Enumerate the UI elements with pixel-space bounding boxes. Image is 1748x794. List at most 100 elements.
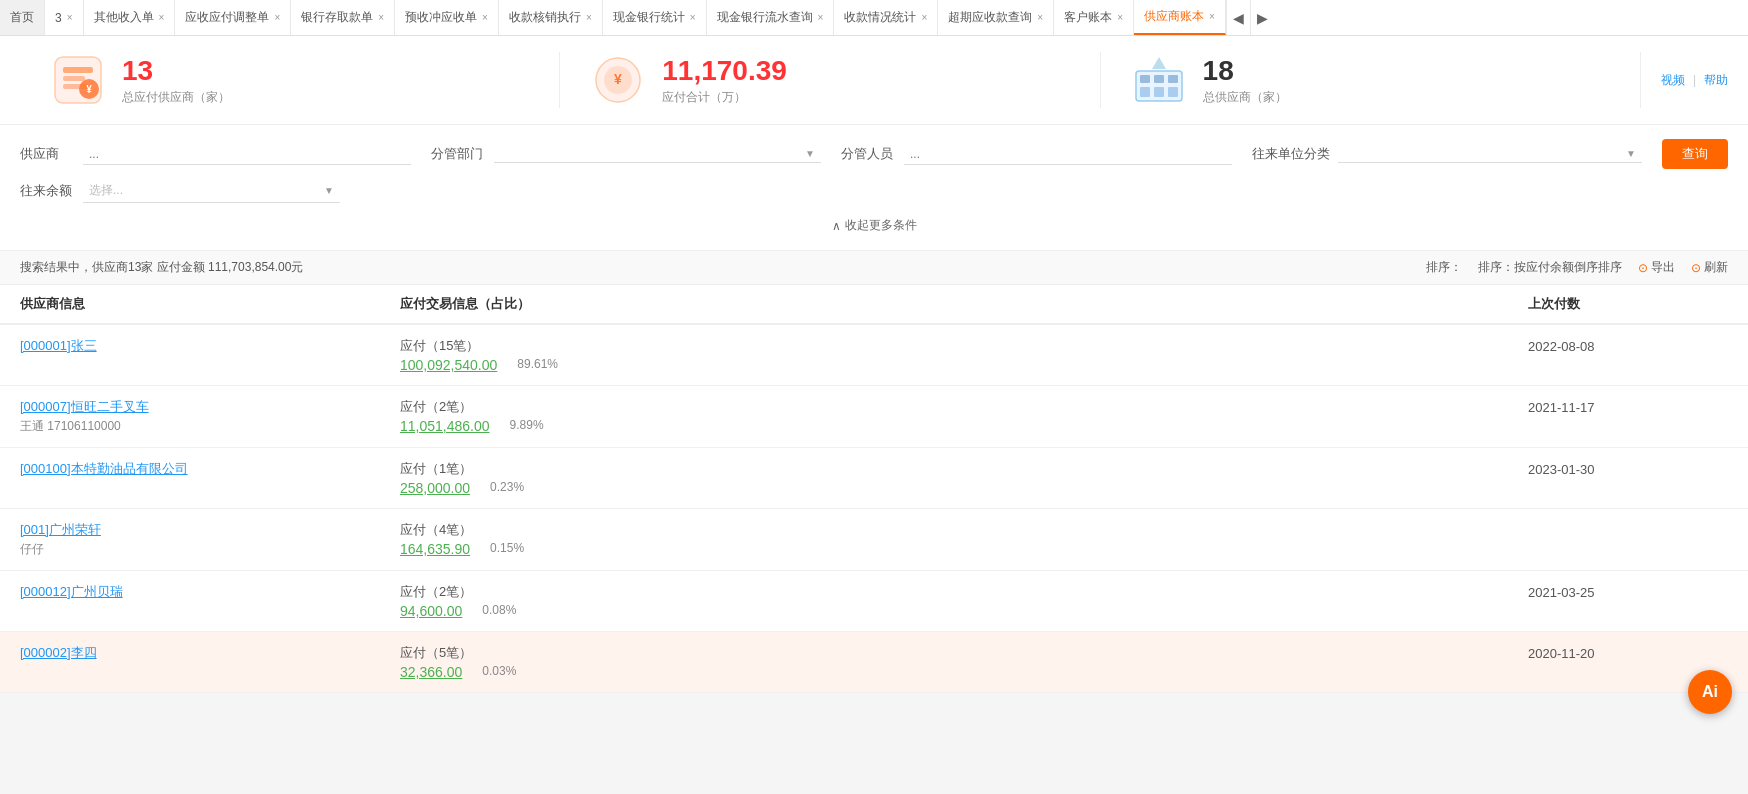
supplier-sub: 王通 17106110000: [20, 418, 400, 435]
dept-select[interactable]: ▼: [494, 145, 822, 163]
close-icon[interactable]: ×: [67, 12, 73, 23]
close-icon[interactable]: ×: [690, 12, 696, 23]
close-icon[interactable]: ×: [274, 12, 280, 23]
person-input[interactable]: [904, 144, 1232, 165]
filter-person: 分管人员: [841, 144, 1232, 165]
nav-tab-collection[interactable]: 收款核销执行 ×: [499, 0, 603, 35]
result-info: 搜索结果中，供应商13家 应付金额 111,703,854.00元: [20, 259, 303, 276]
transaction-row: 94,600.00 0.08%: [400, 601, 1528, 619]
transaction-amount[interactable]: 32,366.00: [400, 664, 462, 680]
summary-card-payable-total: ¥ 11,170.39 应付合计（万）: [560, 52, 1100, 108]
supplier-info-col: [001]广州荣轩 仔仔: [20, 521, 400, 558]
result-actions: 排序： 排序：按应付余额倒序排序 ⊙ 导出 ⊙ 刷新: [1426, 259, 1728, 276]
supplier-link[interactable]: [000100]本特勤油品有限公司: [20, 460, 400, 478]
transaction-percent: 89.61%: [517, 357, 558, 371]
search-button[interactable]: 查询: [1662, 139, 1728, 169]
table-row: [000012]广州贝瑞 应付（2笔） 94,600.00 0.08% 2021…: [0, 571, 1748, 632]
svg-rect-12: [1168, 75, 1178, 83]
nav-scroll-right[interactable]: ▶: [1250, 0, 1274, 35]
nav-tab-other-income-label: 其他收入单: [94, 9, 154, 26]
close-icon[interactable]: ×: [1209, 11, 1215, 22]
transaction-amount[interactable]: 100,092,540.00: [400, 357, 497, 373]
summary-payable-suppliers-content: 13 总应付供应商（家）: [122, 54, 230, 107]
ai-label: Ai: [1702, 683, 1718, 693]
nav-tab-cash-stats[interactable]: 现金银行统计 ×: [603, 0, 707, 35]
summary-payable-total-content: 11,170.39 应付合计（万）: [662, 54, 787, 107]
nav-tab-supplier-account-label: 供应商账本: [1144, 8, 1204, 25]
svg-rect-1: [63, 67, 93, 73]
refresh-button[interactable]: ⊙ 刷新: [1691, 259, 1728, 276]
transaction-row: 32,366.00 0.03%: [400, 662, 1528, 680]
summary-card-payable-suppliers: ¥ 13 总应付供应商（家）: [20, 52, 560, 108]
close-icon[interactable]: ×: [921, 12, 927, 23]
close-icon[interactable]: ×: [818, 12, 824, 23]
transaction-label: 应付（15笔）: [400, 337, 1528, 355]
transaction-col: 应付（1笔） 258,000.00 0.23%: [400, 460, 1528, 496]
supplier-link[interactable]: [000001]张三: [20, 337, 400, 355]
balance-select[interactable]: 选择... ▼: [83, 179, 340, 203]
result-bar: 搜索结果中，供应商13家 应付金额 111,703,854.00元 排序： 排序…: [0, 251, 1748, 285]
nav-tab-adjustment[interactable]: 应收应付调整单 ×: [175, 0, 291, 35]
close-icon[interactable]: ×: [159, 12, 165, 23]
nav-tab-collection-label: 收款核销执行: [509, 9, 581, 26]
payable-suppliers-icon: ¥: [50, 52, 106, 108]
last-pay-col: 2021-11-17: [1528, 398, 1728, 415]
last-pay-col: 2020-11-20: [1528, 644, 1728, 661]
supplier-input[interactable]: [83, 144, 411, 165]
category-select[interactable]: ▼: [1338, 145, 1643, 163]
sort-option[interactable]: 排序：按应付余额倒序排序: [1478, 259, 1622, 276]
chevron-up-icon: ∧: [832, 219, 841, 233]
nav-tab-home-label: 首页: [10, 9, 34, 26]
nav-tab-prepay[interactable]: 预收冲应收单 ×: [395, 0, 499, 35]
transaction-col: 应付（4笔） 164,635.90 0.15%: [400, 521, 1528, 557]
nav-scroll-left[interactable]: ◀: [1226, 0, 1250, 35]
close-icon[interactable]: ×: [482, 12, 488, 23]
total-suppliers-number: 18: [1203, 54, 1287, 88]
table-row: [000100]本特勤油品有限公司 应付（1笔） 258,000.00 0.23…: [0, 448, 1748, 509]
supplier-link[interactable]: [000007]恒旺二手叉车: [20, 398, 400, 416]
nav-tab-overdue[interactable]: 超期应收款查询 ×: [938, 0, 1054, 35]
export-label: 导出: [1651, 259, 1675, 276]
nav-tab-cash-stats-label: 现金银行统计: [613, 9, 685, 26]
nav-tab-3[interactable]: 3 ×: [45, 0, 84, 35]
top-right-links: 视频 | 帮助: [1641, 72, 1728, 89]
filter-area: 供应商 分管部门 ▼ 分管人员 往来单位分类 ▼ 查询 往来余额 选择: [0, 125, 1748, 251]
transaction-percent: 9.89%: [510, 418, 544, 432]
payable-total-number: 11,170.39: [662, 54, 787, 88]
nav-tab-customer-account[interactable]: 客户账本 ×: [1054, 0, 1134, 35]
collapse-button[interactable]: ∧ 收起更多条件: [20, 213, 1728, 242]
close-icon[interactable]: ×: [1037, 12, 1043, 23]
svg-rect-15: [1168, 87, 1178, 97]
supplier-sub: 仔仔: [20, 541, 400, 558]
nav-tab-home[interactable]: 首页: [0, 0, 45, 35]
supplier-info-col: [000007]恒旺二手叉车 王通 17106110000: [20, 398, 400, 435]
transaction-percent: 0.08%: [482, 603, 516, 617]
nav-tab-cash-flow[interactable]: 现金银行流水查询 ×: [707, 0, 835, 35]
summary-bar: ¥ 13 总应付供应商（家） ¥ 11,170.39 应付合计（万）: [0, 36, 1748, 125]
nav-tab-collection-stats[interactable]: 收款情况统计 ×: [834, 0, 938, 35]
supplier-link[interactable]: [001]广州荣轩: [20, 521, 400, 539]
supplier-link[interactable]: [000002]李四: [20, 644, 400, 662]
filter-balance: 往来余额 选择... ▼: [20, 179, 340, 203]
supplier-info-col: [000001]张三: [20, 337, 400, 355]
supplier-info-col: [000012]广州贝瑞: [20, 583, 400, 601]
export-button[interactable]: ⊙ 导出: [1638, 259, 1675, 276]
transaction-amount[interactable]: 258,000.00: [400, 480, 470, 496]
close-icon[interactable]: ×: [378, 12, 384, 23]
nav-tab-supplier-account[interactable]: 供应商账本 ×: [1134, 0, 1226, 35]
video-link[interactable]: 视频: [1661, 72, 1685, 89]
transaction-amount[interactable]: 94,600.00: [400, 603, 462, 619]
svg-rect-13: [1140, 87, 1150, 97]
svg-rect-2: [63, 76, 85, 81]
close-icon[interactable]: ×: [1117, 12, 1123, 23]
supplier-label: 供应商: [20, 145, 75, 163]
transaction-amount[interactable]: 11,051,486.00: [400, 418, 490, 434]
nav-tab-customer-account-label: 客户账本: [1064, 9, 1112, 26]
transaction-amount[interactable]: 164,635.90: [400, 541, 470, 557]
close-icon[interactable]: ×: [586, 12, 592, 23]
help-link[interactable]: 帮助: [1704, 72, 1728, 89]
nav-tab-other-income[interactable]: 其他收入单 ×: [84, 0, 176, 35]
nav-tab-bank[interactable]: 银行存取款单 ×: [291, 0, 395, 35]
header-transaction: 应付交易信息（占比）: [400, 295, 1528, 313]
supplier-link[interactable]: [000012]广州贝瑞: [20, 583, 400, 601]
